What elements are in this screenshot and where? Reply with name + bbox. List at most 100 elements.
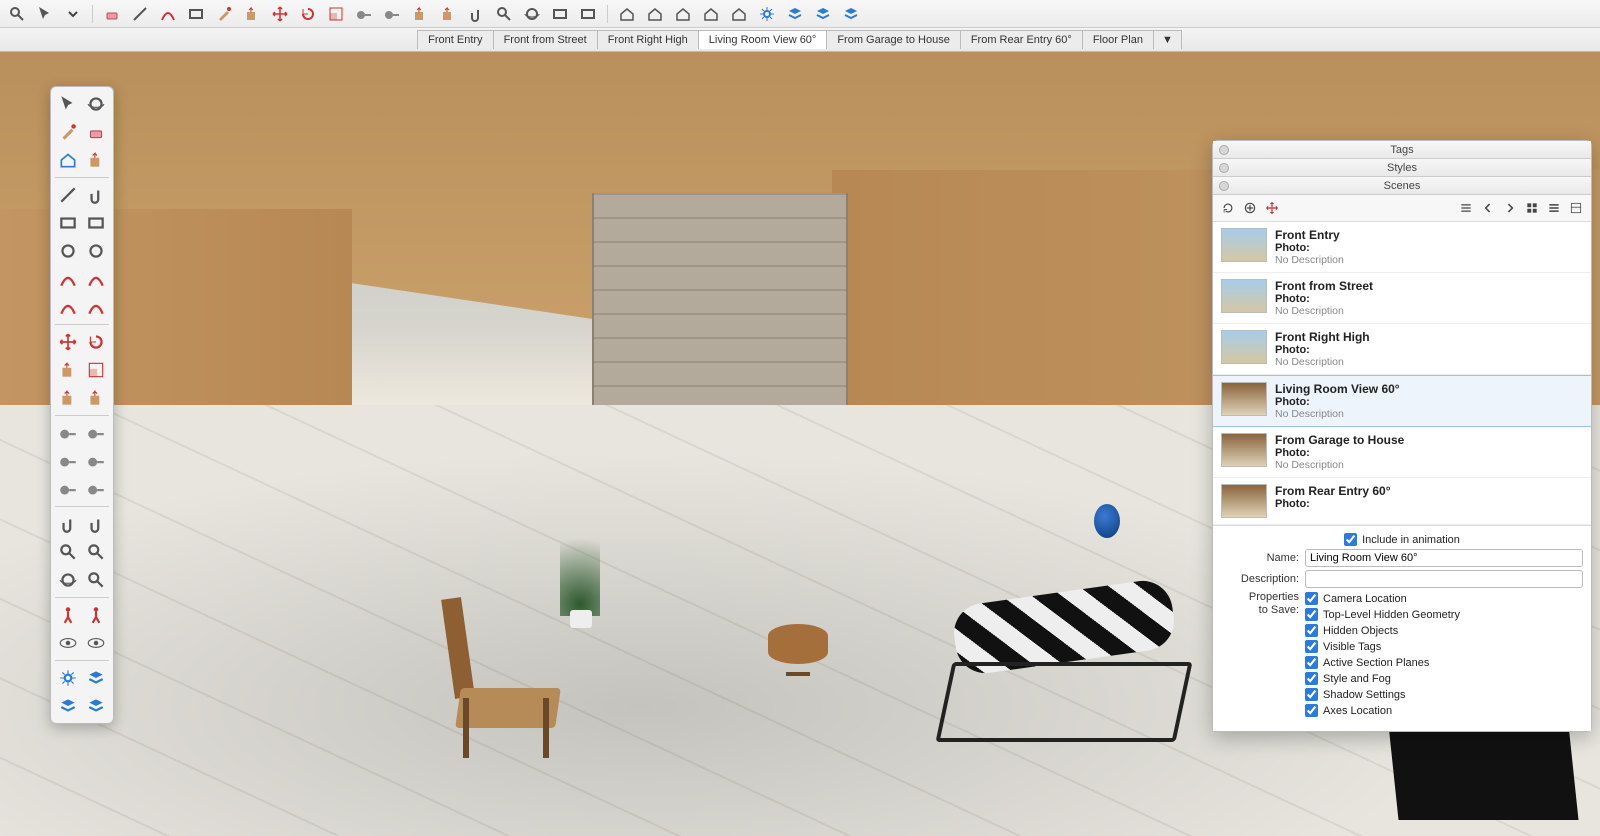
tape-icon[interactable]: [353, 3, 375, 25]
zoom-window-icon[interactable]: [83, 539, 109, 565]
move-icon[interactable]: [55, 329, 81, 355]
label3d-icon[interactable]: [83, 476, 109, 502]
eraser-icon[interactable]: [83, 119, 109, 145]
property-checkbox[interactable]: [1305, 608, 1318, 621]
property-checkbox[interactable]: [1305, 656, 1318, 669]
3pt-arc-icon[interactable]: [83, 294, 109, 320]
pushpull-icon[interactable]: [241, 3, 263, 25]
zoom-extents-icon[interactable]: [6, 3, 28, 25]
component-blue-icon[interactable]: [55, 147, 81, 173]
axes-icon[interactable]: [55, 476, 81, 502]
scene-tab[interactable]: Front Entry: [417, 30, 493, 49]
look-icon[interactable]: [55, 630, 81, 656]
scene-name-input[interactable]: [1305, 549, 1583, 567]
menu-icon[interactable]: [1457, 199, 1475, 217]
stack-fade-icon[interactable]: [840, 3, 862, 25]
pushpull-red-icon[interactable]: [83, 385, 109, 411]
followme-red-icon[interactable]: [55, 357, 81, 383]
property-checkbox-row[interactable]: Top-Level Hidden Geometry: [1305, 608, 1460, 621]
footsteps-icon[interactable]: [83, 602, 109, 628]
stack-fade-icon[interactable]: [83, 693, 109, 719]
arc-icon[interactable]: [157, 3, 179, 25]
grid-icon[interactable]: [1523, 199, 1541, 217]
property-checkbox[interactable]: [1305, 688, 1318, 701]
arrow-left-icon[interactable]: [1479, 199, 1497, 217]
offset-icon[interactable]: [437, 3, 459, 25]
scene-list-item[interactable]: From Garage to HousePhoto:No Description: [1213, 427, 1591, 478]
followme-icon[interactable]: [409, 3, 431, 25]
pan-icon[interactable]: [55, 511, 81, 537]
scale-icon[interactable]: [325, 3, 347, 25]
panel-stack[interactable]: Tags Styles Scenes Front EntryPhoto:No D…: [1212, 140, 1592, 732]
scene-list[interactable]: Front EntryPhoto:No DescriptionFront fro…: [1213, 222, 1591, 525]
cube-icon[interactable]: [549, 3, 571, 25]
property-checkbox[interactable]: [1305, 640, 1318, 653]
scene-tab[interactable]: From Garage to House: [826, 30, 961, 49]
hand-icon[interactable]: [465, 3, 487, 25]
hand-icon[interactable]: [83, 511, 109, 537]
cursor-icon[interactable]: [55, 91, 81, 117]
arc-icon[interactable]: [55, 266, 81, 292]
eraser-icon[interactable]: [101, 3, 123, 25]
property-checkbox[interactable]: [1305, 624, 1318, 637]
text-label-icon[interactable]: [381, 3, 403, 25]
rotate-icon[interactable]: [297, 3, 319, 25]
rotate-icon[interactable]: [83, 329, 109, 355]
scene-tabs-dropdown[interactable]: ▼: [1153, 30, 1182, 49]
property-checkbox-row[interactable]: Active Section Planes: [1305, 656, 1460, 669]
rot-rect-icon[interactable]: [83, 210, 109, 236]
property-checkbox-row[interactable]: Shadow Settings: [1305, 688, 1460, 701]
model-home-icon[interactable]: [728, 3, 750, 25]
paintbucket-icon[interactable]: [55, 119, 81, 145]
curve-icon[interactable]: [129, 3, 151, 25]
offset-icon[interactable]: [55, 385, 81, 411]
circle-icon[interactable]: [55, 238, 81, 264]
scene-list-item[interactable]: Front from StreetPhoto:No Description: [1213, 273, 1591, 324]
gear-blue-icon[interactable]: [55, 665, 81, 691]
home-icon[interactable]: [616, 3, 638, 25]
add-icon[interactable]: [1241, 199, 1259, 217]
component-icon[interactable]: [644, 3, 666, 25]
scene-tab[interactable]: Front Right High: [597, 30, 699, 49]
rectangle-icon[interactable]: [185, 3, 207, 25]
property-checkbox[interactable]: [1305, 672, 1318, 685]
layers-blue-icon[interactable]: [55, 693, 81, 719]
property-checkbox-row[interactable]: Visible Tags: [1305, 640, 1460, 653]
move-icon[interactable]: [269, 3, 291, 25]
styles-panel-header[interactable]: Styles: [1213, 159, 1591, 177]
property-checkbox-row[interactable]: Axes Location: [1305, 704, 1460, 717]
cursor-icon[interactable]: [34, 3, 56, 25]
pie-icon[interactable]: [83, 266, 109, 292]
scene-list-item[interactable]: Front EntryPhoto:No Description: [1213, 222, 1591, 273]
scale-icon[interactable]: [83, 357, 109, 383]
remove-icon[interactable]: [1263, 199, 1281, 217]
scenes-panel-header[interactable]: Scenes: [1213, 177, 1591, 195]
pushpull-icon[interactable]: [83, 147, 109, 173]
zoom-extents-icon[interactable]: [83, 567, 109, 593]
scene-list-item[interactable]: From Rear Entry 60°Photo:: [1213, 478, 1591, 525]
orbit-icon[interactable]: [521, 3, 543, 25]
rectangle-icon[interactable]: [55, 210, 81, 236]
polygon-icon[interactable]: [83, 238, 109, 264]
arrow-right-icon[interactable]: [1501, 199, 1519, 217]
stack-blue-icon[interactable]: [784, 3, 806, 25]
xray-icon[interactable]: [83, 630, 109, 656]
zoom-icon[interactable]: [55, 539, 81, 565]
orbit-target-icon[interactable]: [55, 567, 81, 593]
line-icon[interactable]: [55, 182, 81, 208]
scene-description-input[interactable]: [1305, 570, 1583, 588]
tool-palette[interactable]: [50, 86, 114, 724]
close-dot-icon[interactable]: [1219, 145, 1229, 155]
freehand-icon[interactable]: [83, 182, 109, 208]
scene-list-item[interactable]: Front Right HighPhoto:No Description: [1213, 324, 1591, 375]
scene-list-item[interactable]: Living Room View 60°Photo:No Description: [1213, 375, 1591, 427]
property-checkbox-row[interactable]: Camera Location: [1305, 592, 1460, 605]
2pt-arc-icon[interactable]: [55, 294, 81, 320]
property-checkbox-row[interactable]: Hidden Objects: [1305, 624, 1460, 637]
list-icon[interactable]: [1545, 199, 1563, 217]
window-icon[interactable]: [672, 3, 694, 25]
layers-icon[interactable]: [812, 3, 834, 25]
scene-tab[interactable]: From Rear Entry 60°: [960, 30, 1083, 49]
walk-icon[interactable]: [55, 602, 81, 628]
protractor-icon[interactable]: [83, 420, 109, 446]
